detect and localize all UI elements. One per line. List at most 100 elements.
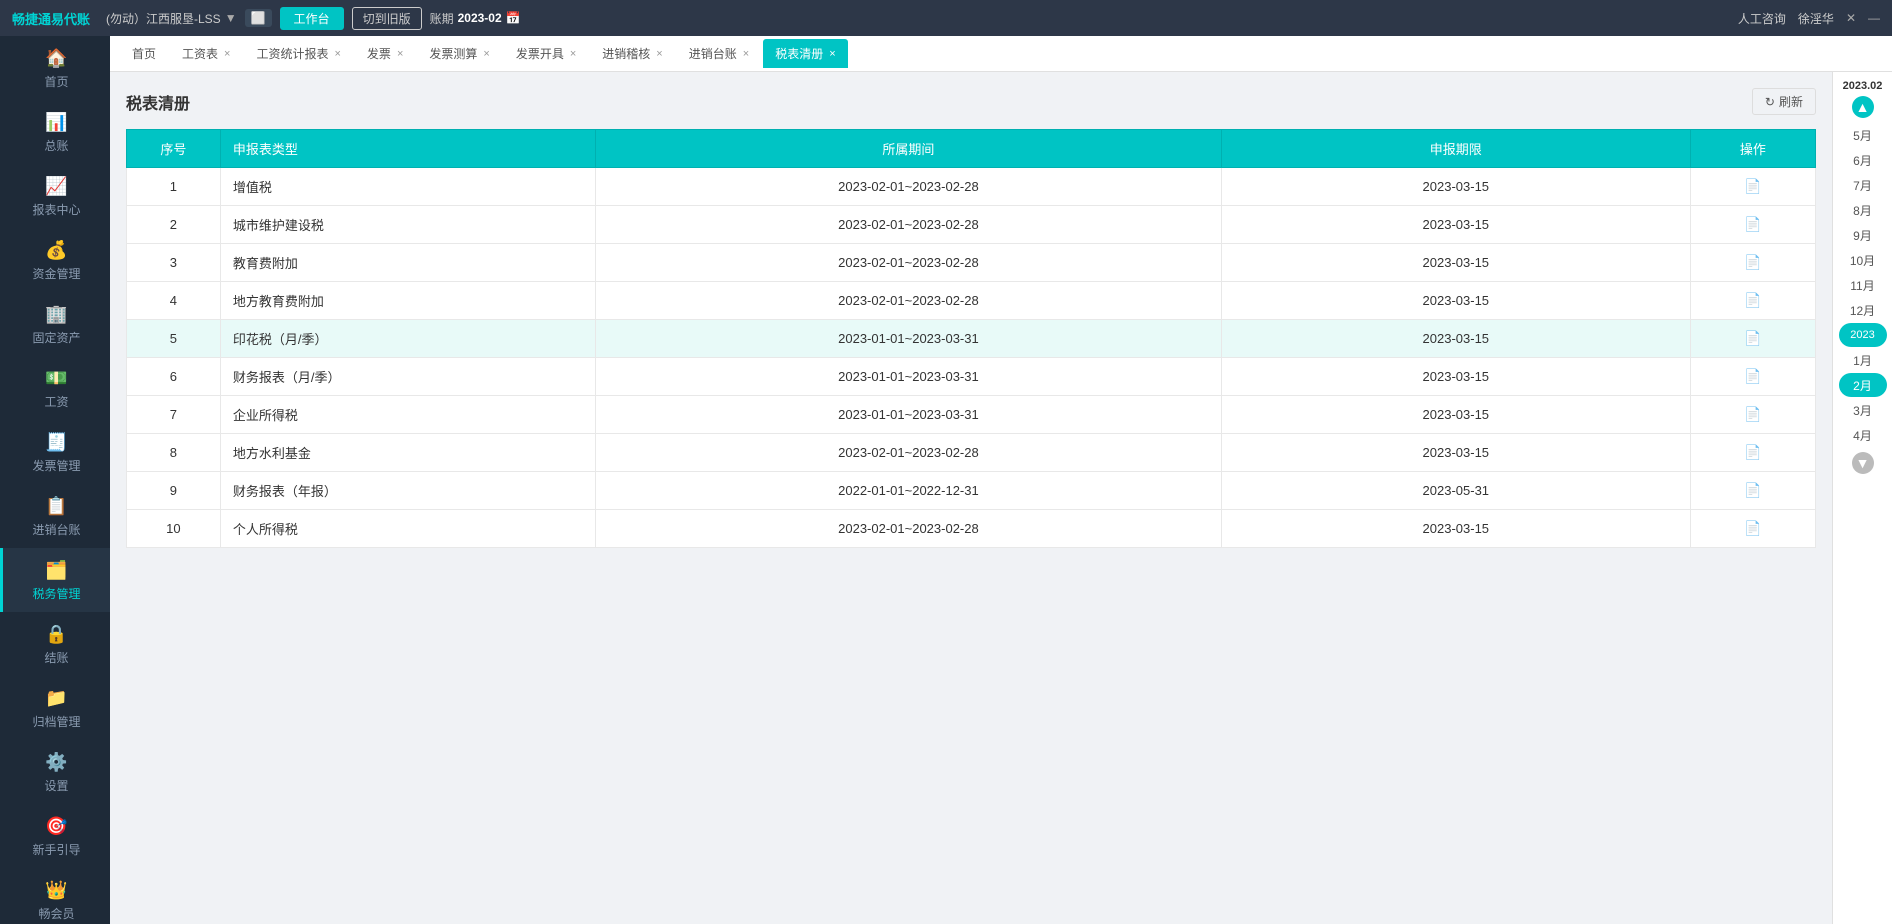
cell-action[interactable]: 📄: [1690, 510, 1815, 548]
cell-action[interactable]: 📄: [1690, 472, 1815, 510]
cell-period: 2023-01-01~2023-03-31: [596, 396, 1222, 434]
tab-purchase-review[interactable]: 进销稽核 ×: [590, 39, 674, 68]
tab-close-tax-clear[interactable]: ×: [829, 48, 835, 60]
cell-action[interactable]: 📄: [1690, 320, 1815, 358]
sidebar-item-invoices[interactable]: 🧾 发票管理: [0, 420, 110, 484]
archive-icon: 📁: [45, 688, 67, 709]
switch-old-button[interactable]: 切到旧版: [352, 7, 422, 30]
tab-tax-clear[interactable]: 税表清册 ×: [763, 39, 847, 68]
tab-bar: 首页 工资表 × 工资统计报表 × 发票 × 发票测算 × 发票开具 ×: [110, 36, 1892, 72]
col-header-action: 操作: [1690, 130, 1815, 168]
tab-close-invoices[interactable]: ×: [397, 48, 403, 60]
cell-no: 7: [127, 396, 221, 434]
action-icon[interactable]: 📄: [1744, 482, 1761, 498]
action-icon[interactable]: 📄: [1744, 444, 1761, 460]
panel-down-button[interactable]: ▼: [1852, 452, 1874, 474]
panel-up-button[interactable]: ▲: [1852, 96, 1874, 118]
cell-type: 印花税（月/季）: [220, 320, 595, 358]
sidebar-item-settings[interactable]: ⚙️ 设置: [0, 740, 110, 804]
workbench-button[interactable]: 工作台: [280, 7, 344, 30]
sidebar-item-funds[interactable]: 💰 资金管理: [0, 228, 110, 292]
sidebar-label-invoices: 发票管理: [32, 457, 80, 474]
panel-month-item[interactable]: 7月: [1839, 173, 1887, 197]
cell-deadline: 2023-03-15: [1221, 358, 1690, 396]
panel-month-item[interactable]: 6月: [1839, 148, 1887, 172]
sidebar-item-payroll[interactable]: 💵 工资: [0, 356, 110, 420]
panel-month-item[interactable]: 10月: [1839, 248, 1887, 272]
cell-action[interactable]: 📄: [1690, 282, 1815, 320]
table-row: 6 财务报表（月/季） 2023-01-01~2023-03-31 2023-0…: [127, 358, 1816, 396]
tab-purchase-ledger[interactable]: 进销台账 ×: [677, 39, 761, 68]
panel-month-item[interactable]: 8月: [1839, 198, 1887, 222]
action-icon[interactable]: 📄: [1744, 178, 1761, 194]
panel-month-item[interactable]: 2月: [1839, 373, 1887, 397]
cell-action[interactable]: 📄: [1690, 358, 1815, 396]
table-row: 8 地方水利基金 2023-02-01~2023-02-28 2023-03-1…: [127, 434, 1816, 472]
sidebar-item-archive[interactable]: 📁 归档管理: [0, 676, 110, 740]
cell-action[interactable]: 📄: [1690, 244, 1815, 282]
tab-invoice-calc[interactable]: 发票测算 ×: [417, 39, 501, 68]
table-row: 4 地方教育费附加 2023-02-01~2023-02-28 2023-03-…: [127, 282, 1816, 320]
action-icon[interactable]: 📄: [1744, 406, 1761, 422]
cell-action[interactable]: 📄: [1690, 396, 1815, 434]
action-icon[interactable]: 📄: [1744, 254, 1761, 270]
sidebar-item-reports[interactable]: 📈 报表中心: [0, 164, 110, 228]
minimize-icon[interactable]: —: [1868, 11, 1880, 25]
action-icon[interactable]: 📄: [1744, 520, 1761, 536]
panel-month-item[interactable]: 11月: [1839, 273, 1887, 297]
cell-no: 10: [127, 510, 221, 548]
tab-close-purchase-review[interactable]: ×: [656, 48, 662, 60]
tab-invoices[interactable]: 发票 ×: [355, 39, 415, 68]
sidebar-item-tax[interactable]: 🗂️ 税务管理: [0, 548, 110, 612]
cell-no: 3: [127, 244, 221, 282]
sidebar-item-ledger[interactable]: 📊 总账: [0, 100, 110, 164]
action-icon[interactable]: 📄: [1744, 330, 1761, 346]
cell-type: 企业所得税: [220, 396, 595, 434]
cell-action[interactable]: 📄: [1690, 434, 1815, 472]
tab-home[interactable]: 首页: [120, 39, 168, 68]
action-icon[interactable]: 📄: [1744, 368, 1761, 384]
sidebar-item-member[interactable]: 👑 畅会员: [0, 868, 110, 924]
col-header-period: 所属期间: [596, 130, 1222, 168]
tab-close-invoice-calc[interactable]: ×: [483, 48, 489, 60]
cell-deadline: 2023-03-15: [1221, 206, 1690, 244]
cell-type: 城市维护建设税: [220, 206, 595, 244]
action-icon[interactable]: 📄: [1744, 216, 1761, 232]
panel-month-item[interactable]: 1月: [1839, 348, 1887, 372]
sidebar-label-funds: 资金管理: [32, 265, 80, 282]
close-icon[interactable]: ✕: [1846, 11, 1856, 25]
cell-action[interactable]: 📄: [1690, 168, 1815, 206]
tab-payroll[interactable]: 工资表 ×: [170, 39, 242, 68]
tab-close-invoice-open[interactable]: ×: [570, 48, 576, 60]
sidebar-item-assets[interactable]: 🏢 固定资产: [0, 292, 110, 356]
panel-month-item[interactable]: 12月: [1839, 298, 1887, 322]
tab-close-payroll[interactable]: ×: [224, 48, 230, 60]
panel-month-item[interactable]: 5月: [1839, 123, 1887, 147]
company-selector[interactable]: (勿动）江西服垦-LSS ▼: [106, 10, 237, 27]
tab-close-purchase-ledger[interactable]: ×: [743, 48, 749, 60]
copy-icon-btn[interactable]: ⬜: [245, 9, 272, 27]
consultant-btn[interactable]: 人工咨询: [1738, 10, 1786, 27]
tab-invoice-open[interactable]: 发票开具 ×: [504, 39, 588, 68]
user-name: 徐淫华: [1798, 10, 1834, 27]
cell-action[interactable]: 📄: [1690, 206, 1815, 244]
tax-icon: 🗂️: [45, 560, 67, 581]
action-icon[interactable]: 📄: [1744, 292, 1761, 308]
tab-close-payroll-stats[interactable]: ×: [334, 48, 340, 60]
sidebar-item-closing[interactable]: 🔒 结账: [0, 612, 110, 676]
panel-month-item[interactable]: 4月: [1839, 423, 1887, 447]
page-content: 税表清册 ↻ 刷新 序号 申报表类型 所属期间 申报期限 操作: [110, 72, 1892, 924]
refresh-button[interactable]: ↻ 刷新: [1752, 88, 1816, 115]
tab-payroll-stats[interactable]: 工资统计报表 ×: [244, 39, 352, 68]
sidebar-label-member: 畅会员: [38, 905, 74, 922]
tax-table: 序号 申报表类型 所属期间 申报期限 操作 1 增值税 2023-02-01~2…: [126, 129, 1816, 548]
panel-month-item[interactable]: 9月: [1839, 223, 1887, 247]
cell-period: 2023-02-01~2023-02-28: [596, 244, 1222, 282]
panel-year-marker[interactable]: 2023: [1839, 323, 1887, 347]
panel-year-label: 2023.02: [1843, 80, 1883, 92]
panel-month-item[interactable]: 3月: [1839, 398, 1887, 422]
sidebar-item-guide[interactable]: 🎯 新手引导: [0, 804, 110, 868]
sidebar-item-home[interactable]: 🏠 首页: [0, 36, 110, 100]
cell-deadline: 2023-03-15: [1221, 282, 1690, 320]
sidebar-item-purchases[interactable]: 📋 进销台账: [0, 484, 110, 548]
